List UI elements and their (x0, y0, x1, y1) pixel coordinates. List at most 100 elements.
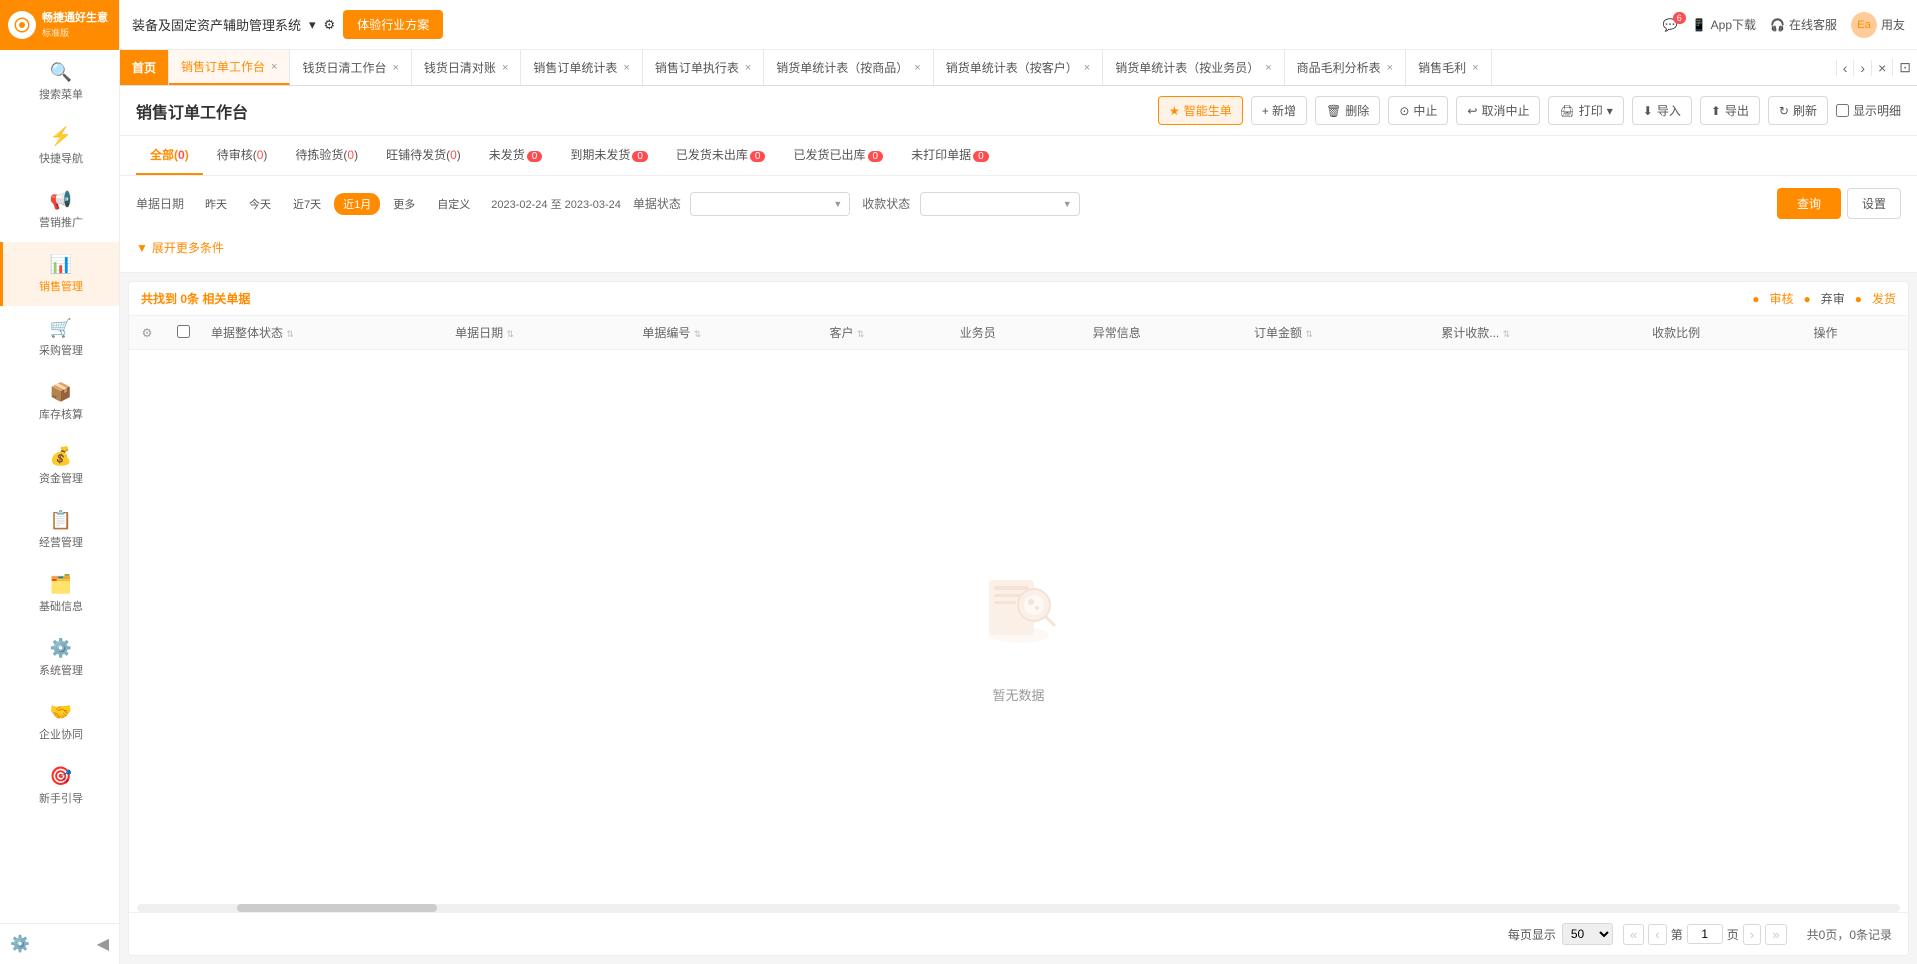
first-page-button[interactable]: « (1623, 924, 1644, 945)
date-btn-7days[interactable]: 近7天 (284, 193, 330, 215)
tab-shipment-customer-close[interactable]: × (1084, 62, 1090, 74)
tab-cash-daily[interactable]: 钱货日清工作台 × (290, 50, 411, 85)
sub-tab-unshipped[interactable]: 未发货0 (475, 136, 557, 175)
expand-filter-btn[interactable]: ▼ 展开更多条件 (136, 235, 224, 260)
user-area[interactable]: Ea 用友 (1851, 12, 1905, 38)
tab-gross-profit[interactable]: 商品毛利分析表 × (1285, 50, 1406, 85)
sidebar-item-inventory[interactable]: 📦 库存核算 (0, 370, 119, 434)
th-checkbox[interactable] (165, 316, 201, 350)
sidebar-item-search[interactable]: 🔍 搜索菜单 (0, 50, 119, 114)
abandon-audit-button[interactable]: 弃审 (1821, 290, 1845, 307)
tab-shipment-staff[interactable]: 销货单统计表（按业务员） × (1103, 50, 1284, 85)
tab-sales-more[interactable]: 销售毛利 × (1406, 50, 1491, 85)
status-filter-select[interactable] (690, 192, 850, 216)
sidebar-item-system[interactable]: ⚙️ 系统管理 (0, 626, 119, 690)
sidebar-item-operation[interactable]: 📋 经营管理 (0, 498, 119, 562)
box-icon: 📦 (50, 382, 72, 403)
refresh-button[interactable]: ↻ 刷新 (1768, 96, 1828, 125)
collapse-icon[interactable]: ◀ (97, 934, 109, 954)
next-page-button[interactable]: › (1743, 924, 1761, 945)
scroll-thumb[interactable] (237, 904, 437, 912)
sidebar-item-marketing[interactable]: 📢 营销推广 (0, 178, 119, 242)
date-btn-custom[interactable]: 自定义 (428, 193, 479, 215)
online-service-button[interactable]: 🎧 在线客服 (1770, 16, 1837, 33)
per-page-select[interactable]: 10 20 50 100 (1562, 923, 1613, 945)
ship-button[interactable]: 发货 (1872, 290, 1896, 307)
sidebar-item-basic[interactable]: 🗂️ 基础信息 (0, 562, 119, 626)
sub-tab-pending-check[interactable]: 待拣验货(0) (281, 136, 372, 175)
export-button[interactable]: ⬆ 导出 (1700, 96, 1760, 125)
sidebar-item-purchase[interactable]: 🛒 采购管理 (0, 306, 119, 370)
sidebar-item-quicknav[interactable]: ⚡ 快捷导航 (0, 114, 119, 178)
tab-shipment-customer[interactable]: 销货单统计表（按客户） × (934, 50, 1103, 85)
ai-generate-button[interactable]: ★ 智能生单 (1158, 96, 1243, 125)
cancel-abort-button[interactable]: ↩ 取消中止 (1456, 96, 1540, 125)
query-button[interactable]: 查询 (1777, 188, 1841, 219)
tab-sales-more-close[interactable]: × (1472, 62, 1478, 74)
add-button[interactable]: + 新增 (1251, 96, 1307, 125)
page-input[interactable] (1687, 924, 1723, 944)
date-btn-today[interactable]: 今天 (240, 193, 280, 215)
delete-button[interactable]: 🗑 删除 (1315, 96, 1380, 125)
tab-gross-profit-close[interactable]: × (1387, 62, 1393, 74)
show-detail-checkbox-label[interactable]: 显示明细 (1836, 102, 1901, 119)
th-number[interactable]: 单据编号 ⇅ (632, 316, 819, 350)
tabs-close-all[interactable]: × (1871, 60, 1892, 76)
tab-sales-order-close[interactable]: × (271, 61, 277, 73)
tab-shipment-product-close[interactable]: × (914, 62, 920, 74)
app-download-button[interactable]: 📱 App下载 (1692, 16, 1756, 33)
topbar-dropdown-arrow[interactable]: ▾ (309, 17, 316, 33)
message-button[interactable]: 💬 6 (1663, 18, 1678, 32)
sidebar-item-finance[interactable]: 💰 资金管理 (0, 434, 119, 498)
print-button[interactable]: 🖨 打印 ▾ (1548, 96, 1623, 125)
sidebar-item-collab[interactable]: 🤝 企业协同 (0, 690, 119, 754)
prev-page-button[interactable]: ‹ (1648, 924, 1666, 945)
topbar-gear-icon[interactable]: ⚙ (324, 17, 336, 33)
sub-tab-pending[interactable]: 待审核(0) (203, 136, 282, 175)
tabs-scroll-left[interactable]: ‹ (1836, 60, 1854, 76)
tab-shipment-staff-close[interactable]: × (1265, 62, 1271, 74)
tab-sales-exec[interactable]: 销售订单执行表 × (643, 50, 764, 85)
sidebar-item-sales[interactable]: 📊 销售管理 (0, 242, 119, 306)
tab-home[interactable]: 首页 (120, 50, 169, 85)
sub-tab-unprinted[interactable]: 未打印单据0 (897, 136, 1003, 175)
settings-icon[interactable]: ⚙️ (10, 934, 30, 954)
tab-sales-stat-close[interactable]: × (623, 62, 629, 74)
tabs-scroll-right[interactable]: › (1853, 60, 1871, 76)
show-detail-checkbox[interactable] (1836, 104, 1849, 117)
import-button[interactable]: ⬇ 导入 (1632, 96, 1692, 125)
topbar-industry-button[interactable]: 体验行业方案 (343, 10, 443, 39)
sidebar-item-finance-label: 资金管理 (39, 470, 83, 486)
date-btn-more[interactable]: 更多 (384, 193, 424, 215)
payment-filter-select[interactable] (920, 192, 1080, 216)
abort-button[interactable]: ⊙ 中止 (1388, 96, 1448, 125)
th-settings[interactable]: ⚙ (129, 316, 165, 350)
th-status[interactable]: 单据整体状态 ⇅ (201, 316, 445, 350)
horizontal-scrollbar[interactable] (137, 904, 1900, 912)
sub-tab-wangpu[interactable]: 旺铺待发货(0) (372, 136, 475, 175)
sidebar-item-guide[interactable]: 🎯 新手引导 (0, 754, 119, 818)
tab-sales-exec-close[interactable]: × (745, 62, 751, 74)
sub-tab-all[interactable]: 全部(0) (136, 136, 203, 175)
audit-button[interactable]: 审核 (1769, 290, 1793, 307)
th-customer[interactable]: 客户 ⇅ (820, 316, 950, 350)
tab-sales-order[interactable]: 销售订单工作台 × (169, 50, 290, 85)
tab-cash-reconcile[interactable]: 钱货日清对账 × (412, 50, 521, 85)
tab-cash-reconcile-close[interactable]: × (502, 62, 508, 74)
tab-cash-daily-close[interactable]: × (392, 62, 398, 74)
th-amount[interactable]: 订单金额 ⇅ (1244, 316, 1431, 350)
th-collected[interactable]: 累计收款... ⇅ (1431, 316, 1642, 350)
tabs-maximize[interactable]: ⊡ (1892, 59, 1917, 76)
last-page-button[interactable]: » (1765, 924, 1786, 945)
sidebar-item-sales-label: 销售管理 (39, 278, 83, 294)
tab-shipment-product[interactable]: 销货单统计表（按商品） × (764, 50, 933, 85)
date-btn-1month[interactable]: 近1月 (334, 193, 380, 215)
select-all-checkbox[interactable] (177, 325, 190, 338)
sub-tab-expired[interactable]: 到期未发货0 (556, 136, 662, 175)
date-btn-yesterday[interactable]: 昨天 (196, 193, 236, 215)
sub-tab-shipped-out[interactable]: 已发货已出库0 (779, 136, 897, 175)
sub-tab-shipped-not-out[interactable]: 已发货未出库0 (662, 136, 780, 175)
th-date[interactable]: 单据日期 ⇅ (445, 316, 632, 350)
set-button[interactable]: 设置 (1847, 188, 1901, 219)
tab-sales-stat[interactable]: 销售订单统计表 × (521, 50, 642, 85)
